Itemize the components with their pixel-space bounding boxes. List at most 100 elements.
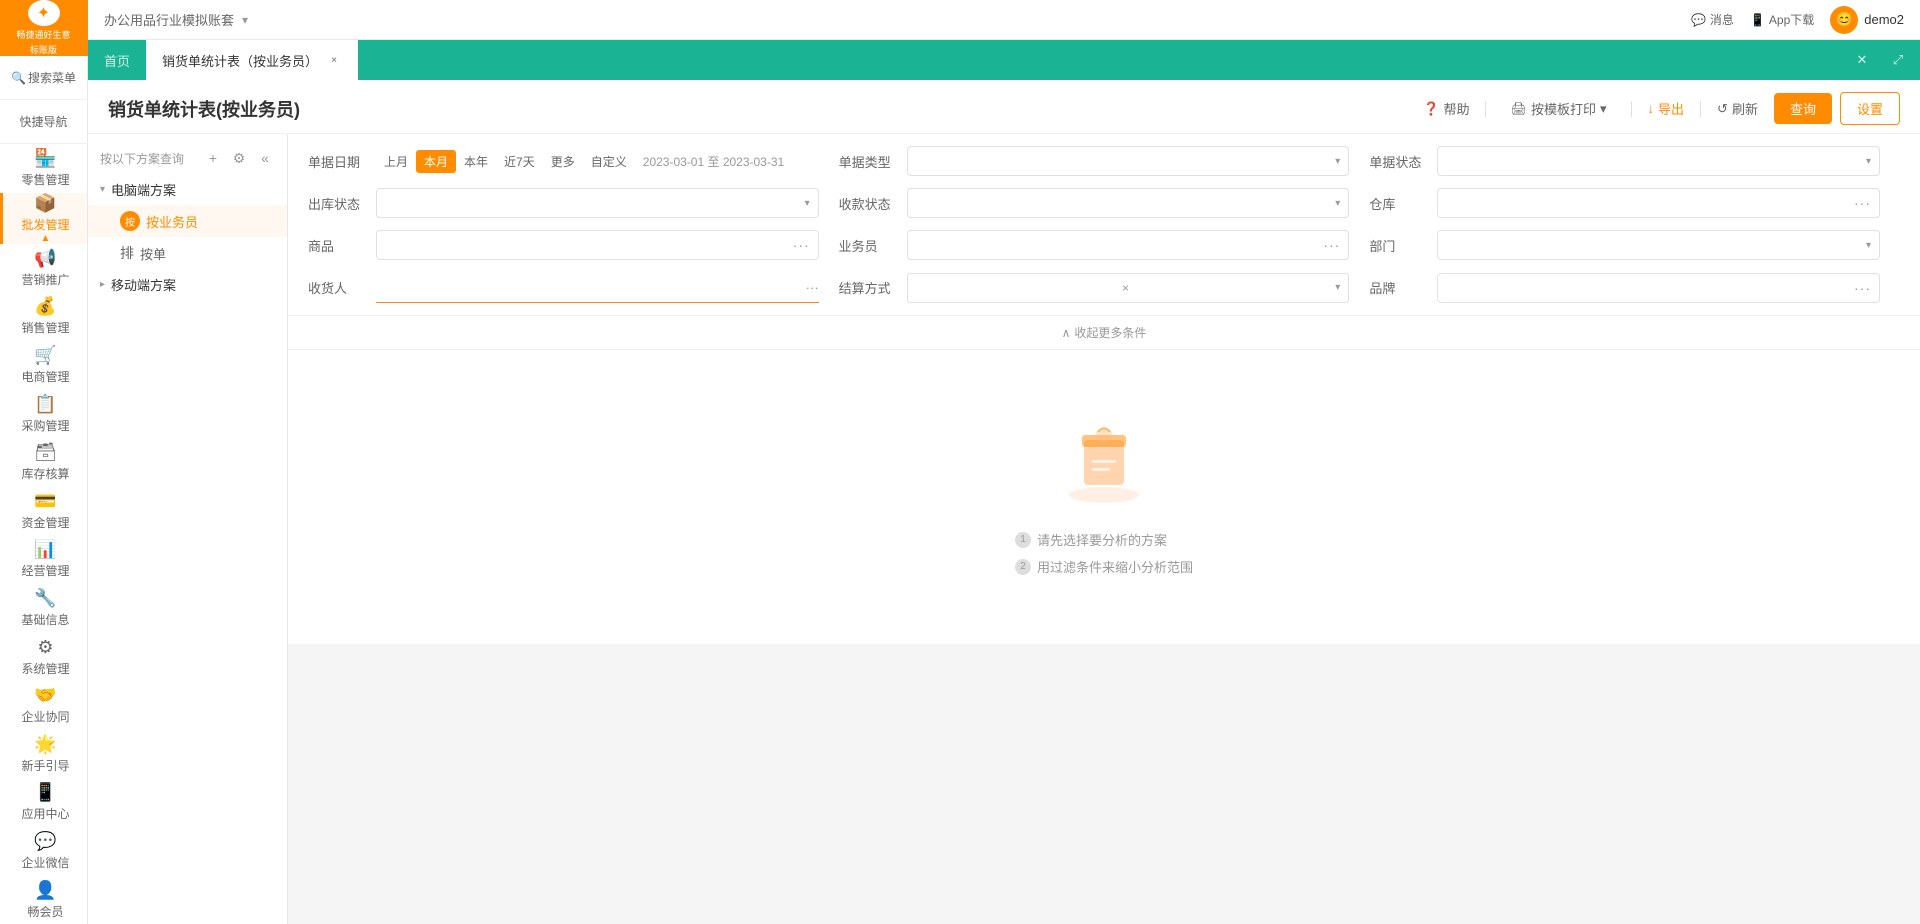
tab-sales-stats[interactable]: 销货单统计表（按业务员） ×	[146, 40, 358, 80]
sidebar-item-sales[interactable]: 💰 销售管理	[0, 292, 87, 341]
wechat-icon: 💬	[34, 831, 56, 852]
scheme-by-order-header[interactable]: 排 按单	[88, 237, 287, 269]
sidebar-item-wholesale[interactable]: 📦 批发管理 ▲	[0, 193, 87, 244]
dept-arrow: ▾	[1866, 240, 1871, 251]
content-inner: 销货单统计表(按业务员) ❓ 帮助 🖨 按模板打印 ▾ ↓	[88, 80, 1920, 924]
docstatus-select[interactable]: ▾	[1437, 146, 1880, 176]
date-btn-this-month[interactable]: 本月	[416, 150, 456, 173]
help-btn[interactable]: ❓ 帮助	[1423, 99, 1469, 118]
brand-select[interactable]: ···	[1437, 273, 1880, 303]
query-btn[interactable]: 查询	[1774, 93, 1832, 124]
payment-clear-btn[interactable]: ×	[1122, 281, 1129, 295]
export-btn[interactable]: ↓ 导出	[1648, 99, 1685, 118]
sidebar-item-inventory[interactable]: 🗃 库存核算	[0, 438, 87, 487]
sidebar-item-cooperation[interactable]: 🤝 企业协同	[0, 681, 87, 730]
home-tab-label: 首页	[104, 51, 130, 70]
date-btn-7days[interactable]: 近7天	[496, 150, 543, 173]
tabs-actions: ✕ ⤢	[1848, 46, 1920, 74]
doctype-arrow: ▾	[1335, 156, 1340, 167]
order-scheme-label: 按单	[140, 244, 166, 263]
scheme-by-salesman[interactable]: 按 按业务员	[88, 205, 287, 237]
add-scheme-btn[interactable]: +	[203, 148, 223, 168]
help-icon: ❓	[1423, 101, 1439, 117]
collapse-bar[interactable]: ∧ 收起更多条件	[288, 316, 1920, 350]
tab-maximize-btn[interactable]: ⤢	[1884, 46, 1912, 74]
panel-header-title: 按以下方案查询	[100, 150, 184, 167]
dept-select[interactable]: ▾	[1437, 230, 1880, 260]
pc-scheme-parent[interactable]: ▾ 电脑端方案	[88, 174, 287, 205]
sidebar-item-retail[interactable]: 🏪 零售管理	[0, 144, 87, 193]
finance-icon: 💳	[34, 491, 56, 512]
topbar-app-btn[interactable]: 📱 App下载	[1750, 11, 1814, 28]
app-logo[interactable]: ✦ 畅捷通好生意 标账版	[0, 0, 88, 56]
outstatus-arrow: ▾	[805, 198, 810, 209]
sidebar: ✦ 畅捷通好生意 标账版 🔍 🔍 搜索菜单 快捷导航 🏪 零售管理 📦 批发管理…	[0, 0, 88, 924]
purchase-icon: 📋	[34, 394, 56, 415]
sidebar-item-ecommerce[interactable]: 🛒 电商管理	[0, 341, 87, 390]
sidebar-item-apps[interactable]: 📱 应用中心	[0, 778, 87, 827]
goods-select[interactable]: ···	[376, 230, 819, 260]
filter-date-cell: 单据日期 上月 本月 本年 近7天 更多 自定义 20	[308, 146, 839, 176]
refresh-icon: ↺	[1717, 101, 1728, 117]
marketing-icon: 📢	[34, 248, 56, 269]
outstatus-label: 出库状态	[308, 194, 368, 213]
tab-home[interactable]: 首页	[88, 40, 146, 80]
sidebar-item-operations[interactable]: 📊 经营管理	[0, 535, 87, 584]
user-avatar: 😊	[1830, 6, 1858, 34]
warehouse-select[interactable]: ···	[1437, 188, 1880, 218]
panel-header-icons: + ⚙ «	[203, 148, 275, 168]
receiver-dots[interactable]: ···	[806, 280, 819, 295]
tab-minimize-btn[interactable]: ✕	[1848, 46, 1876, 74]
topbar-left: 办公用品行业模拟账套 ▾	[104, 10, 248, 29]
receiver-input[interactable]	[376, 272, 806, 302]
receiver-label: 收货人	[308, 278, 368, 297]
payment-select[interactable]: × ▾	[907, 273, 1350, 303]
sidebar-item-marketing[interactable]: 📢 营销推广	[0, 244, 87, 293]
topbar-user[interactable]: 😊 demo2	[1830, 6, 1904, 34]
sidebar-item-member[interactable]: 👤 畅会员	[0, 875, 87, 924]
date-btn-more[interactable]: 更多	[543, 150, 583, 173]
refresh-btn[interactable]: ↺ 刷新	[1717, 99, 1758, 118]
collectstatus-select[interactable]: ▾	[907, 188, 1350, 218]
cooperation-icon: 🤝	[34, 685, 56, 706]
sidebar-nav: 🏪 零售管理 📦 批发管理 ▲ 📢 营销推广 💰 销售管理 🛒 电商管理 📋 采…	[0, 144, 87, 924]
separator1	[1485, 101, 1486, 117]
sidebar-search[interactable]: 🔍 🔍 搜索菜单	[0, 56, 88, 100]
inventory-icon: 🗃	[34, 442, 57, 463]
sidebar-item-basic[interactable]: 🔧 基础信息	[0, 584, 87, 633]
sidebar-item-guide[interactable]: 🌟 新手引导	[0, 730, 87, 779]
salesman-select[interactable]: ···	[907, 230, 1350, 260]
sales-stats-tab-label: 销货单统计表（按业务员）	[162, 51, 318, 70]
date-range-value: 2023-03-01 至 2023-03-31	[643, 153, 784, 170]
export-icon: ↓	[1648, 101, 1655, 116]
message-icon: 💬	[1691, 13, 1706, 27]
collapse-arrow: ∧	[1062, 326, 1071, 340]
mobile-scheme-parent[interactable]: ▸ 移动端方案	[88, 269, 287, 300]
collapse-panel-btn[interactable]: «	[255, 148, 275, 168]
doctype-select[interactable]: ▾	[907, 146, 1350, 176]
apps-icon: 📱	[34, 782, 56, 803]
guide-icon: 🌟	[34, 734, 56, 755]
search-icon: 🔍	[11, 71, 26, 85]
main-area: 办公用品行业模拟账套 ▾ 💬 消息 📱 App下载 😊 demo2 首页	[88, 0, 1920, 924]
date-btn-this-year[interactable]: 本年	[456, 150, 496, 173]
print-btn[interactable]: 🖨 按模板打印 ▾	[1502, 95, 1614, 122]
tab-close-btn[interactable]: ×	[326, 52, 342, 68]
sidebar-item-system[interactable]: ⚙ 系统管理	[0, 632, 87, 681]
topbar-message-btn[interactable]: 💬 消息	[1691, 11, 1734, 28]
topbar-right: 💬 消息 📱 App下载 😊 demo2	[1691, 6, 1904, 34]
sidebar-item-finance[interactable]: 💳 资金管理	[0, 487, 87, 536]
body-layout: 按以下方案查询 + ⚙ «	[88, 134, 1920, 924]
settings-btn[interactable]: 设置	[1840, 92, 1900, 125]
sidebar-item-purchase[interactable]: 📋 采购管理	[0, 389, 87, 438]
separator2	[1631, 101, 1632, 117]
date-btn-custom[interactable]: 自定义	[583, 150, 635, 173]
sidebar-item-wechat[interactable]: 💬 企业微信	[0, 827, 87, 876]
date-btn-last-month[interactable]: 上月	[376, 150, 416, 173]
empty-state: 1 请先选择要分析的方案 2 用过滤条件来缩小分析范围	[288, 350, 1920, 644]
sidebar-quicknav[interactable]: 快捷导航	[0, 100, 88, 144]
date-label: 单据日期	[308, 152, 368, 171]
settings-scheme-btn[interactable]: ⚙	[229, 148, 249, 168]
topbar-dropdown-arrow[interactable]: ▾	[242, 13, 248, 27]
outstatus-select[interactable]: ▾	[376, 188, 819, 218]
